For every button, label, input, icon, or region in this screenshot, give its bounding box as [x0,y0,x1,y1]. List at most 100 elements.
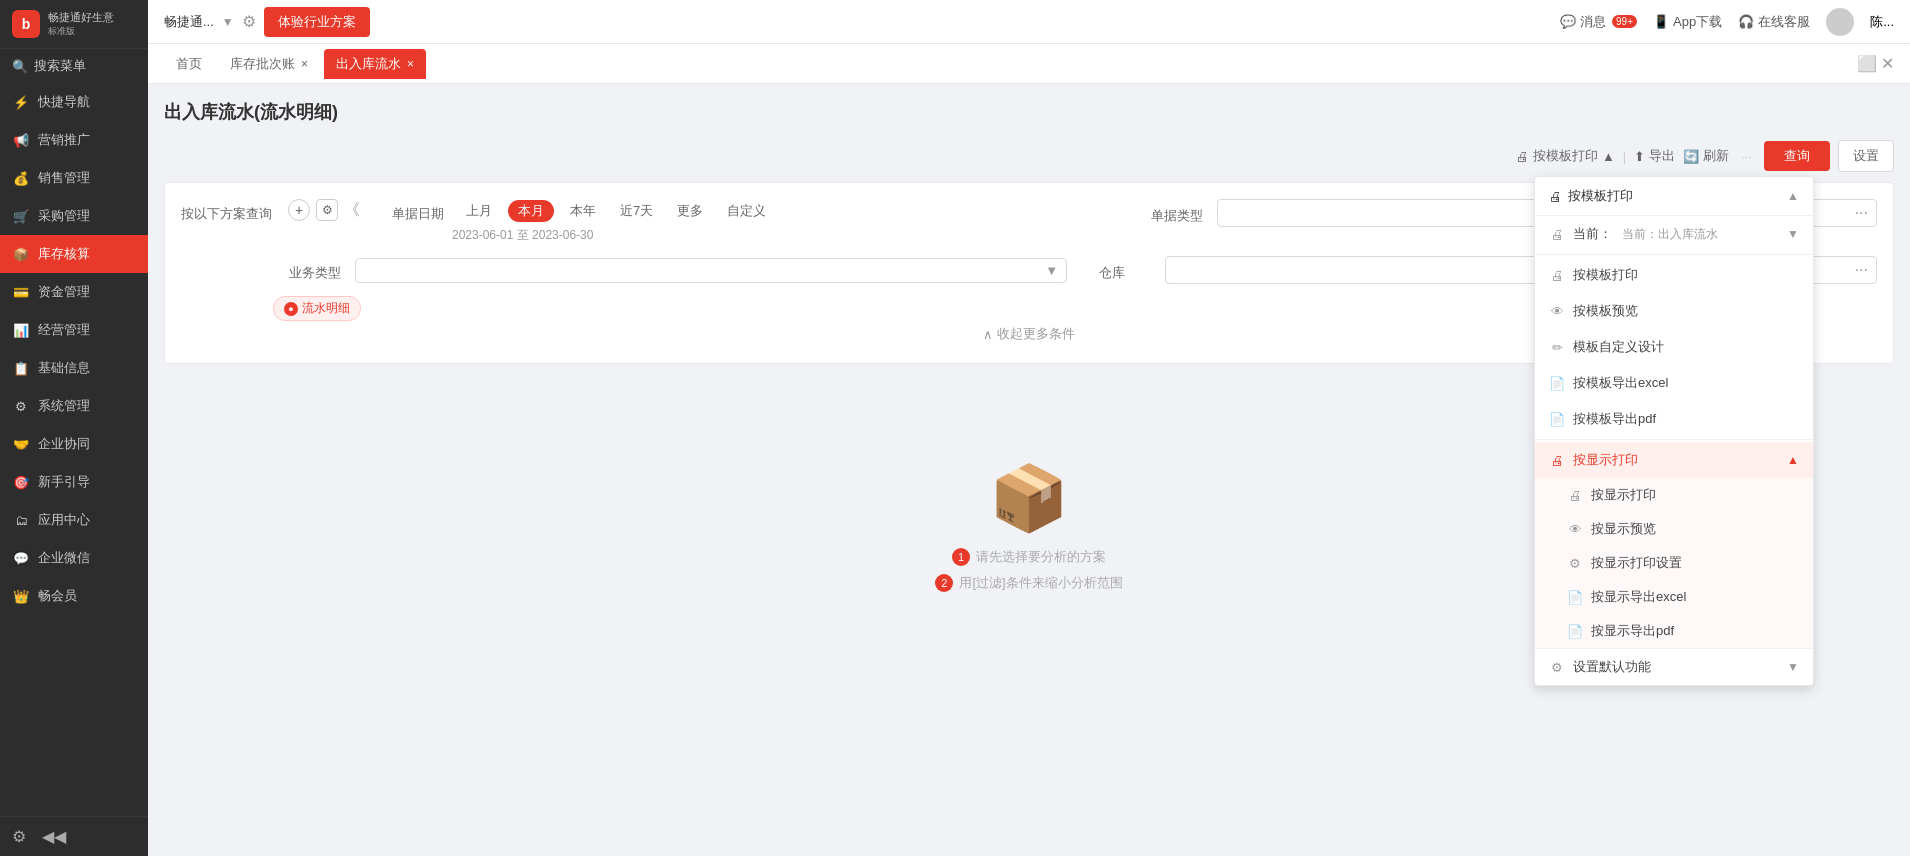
dropdown-display-pdf[interactable]: 📄 按显示导出pdf [1535,614,1813,648]
dropdown-display-print-header[interactable]: 🖨 按显示打印 ▲ [1535,442,1813,478]
tab-expand-icon[interactable]: ⬜ [1857,54,1877,73]
template-print-label: 按模板打印 [1573,266,1638,284]
display-section-arrow: ▲ [1787,453,1799,467]
collapse-sidebar-icon[interactable]: ◀◀ [42,827,66,846]
dropdown-display-preview[interactable]: 👁 按显示预览 [1535,512,1813,546]
sidebar-item-operations[interactable]: 📊 经营管理 [0,311,148,349]
guide-icon: 🎯 [12,473,30,491]
sidebar-item-cooperation[interactable]: 🤝 企业协同 [0,425,148,463]
app-badge: 标准版 [48,25,114,38]
warehouse-more-icon[interactable]: ··· [1855,261,1868,279]
sidebar-item-app-center[interactable]: 🗂 应用中心 [0,501,148,539]
user-dropdown-icon[interactable]: ▼ [222,15,234,29]
user-name[interactable]: 畅捷通... [164,13,214,31]
filter-collapse-icon[interactable]: 《 [344,200,360,221]
top-header: 畅捷通... ▼ ⚙ 体验行业方案 💬 消息 99+ 📱 App下载 🎧 在线客… [148,0,1910,44]
business-type-select[interactable]: ▼ [355,258,1067,283]
dropdown-template-print[interactable]: 🖨 按模板打印 [1535,257,1813,293]
dropdown-template-pdf[interactable]: 📄 按模板导出pdf [1535,401,1813,437]
tab-stock-flow-label: 出入库流水 [336,55,401,73]
dropdown-template-preview[interactable]: 👁 按模板预览 [1535,293,1813,329]
quick-nav-icon: ⚡ [12,93,30,111]
sidebar-item-guide[interactable]: 🎯 新手引导 [0,463,148,501]
date-option-this-year[interactable]: 本年 [562,199,604,223]
hint-1-text: 请先选择要分析的方案 [976,548,1106,566]
avatar[interactable] [1826,8,1854,36]
warehouse-label: 仓库 [1099,258,1159,282]
message-button[interactable]: 💬 消息 99+ [1560,13,1637,31]
trial-button[interactable]: 体验行业方案 [264,7,370,37]
refresh-button[interactable]: 🔄 刷新 [1683,147,1729,165]
sales-icon: 💰 [12,169,30,187]
active-filter-label: 流水明细 [302,300,350,317]
tab-inventory-batch-close[interactable]: × [301,57,308,71]
filter-settings-button[interactable]: ⚙ [316,199,338,221]
date-option-this-month[interactable]: 本月 [508,200,554,222]
dropdown-display-print[interactable]: 🖨 按显示打印 [1535,478,1813,512]
purchase-icon: 🛒 [12,207,30,225]
sidebar-search[interactable]: 🔍 搜索菜单 [0,49,148,83]
app-download-button[interactable]: 📱 App下载 [1653,13,1722,31]
tab-close-all-icon[interactable]: ✕ [1881,54,1894,73]
dropdown-header: 🖨 按模板打印 ▲ [1535,177,1813,216]
weixin-icon: 💬 [12,549,30,567]
tab-home[interactable]: 首页 [164,49,214,79]
dropdown-title-label: 按模板打印 [1568,187,1633,205]
sidebar-item-label: 企业协同 [38,435,90,453]
sidebar-item-quick-nav[interactable]: ⚡ 快捷导航 [0,83,148,121]
dropdown-display-excel[interactable]: 📄 按显示导出excel [1535,580,1813,614]
tab-stock-flow[interactable]: 出入库流水 × [324,49,426,79]
template-preview-label: 按模板预览 [1573,302,1638,320]
sidebar-item-member[interactable]: 👑 畅会员 [0,577,148,615]
dropdown-template-excel[interactable]: 📄 按模板导出excel [1535,365,1813,401]
sidebar-item-finance[interactable]: 💳 资金管理 [0,273,148,311]
sidebar-item-sales[interactable]: 💰 销售管理 [0,159,148,197]
sidebar-item-label: 新手引导 [38,473,90,491]
sidebar-item-purchase[interactable]: 🛒 采购管理 [0,197,148,235]
active-filter-tag[interactable]: ● 流水明细 [273,296,361,321]
sidebar-item-weixin[interactable]: 💬 企业微信 [0,539,148,577]
date-option-last-month[interactable]: 上月 [458,199,500,223]
settings-icon[interactable]: ⚙ [12,827,26,846]
dropdown-current-item[interactable]: 🖨 当前： 当前：出入库流水 ▼ [1535,216,1813,252]
collapse-button[interactable]: ∧ 收起更多条件 [983,325,1075,343]
current-label: 当前： [1573,225,1612,243]
display-excel-icon: 📄 [1567,589,1583,605]
tab-stock-flow-close[interactable]: × [407,57,414,71]
tab-inventory-batch[interactable]: 库存批次账 × [218,49,320,79]
display-pdf-icon: 📄 [1567,623,1583,639]
print-dropdown-panel: 🖨 按模板打印 ▲ 🖨 当前： 当前：出入库流水 ▼ 🖨 按模板打印 [1534,176,1814,686]
sidebar-item-marketing[interactable]: 📢 营销推广 [0,121,148,159]
settings-gear-icon[interactable]: ⚙ [242,12,256,31]
dropdown-collapse-icon[interactable]: ▲ [1787,189,1799,203]
filter-actions: + ⚙ 《 [288,199,360,221]
dropdown-set-default[interactable]: ⚙ 设置默认功能 ▼ [1535,648,1813,685]
divider-2 [1535,439,1813,440]
online-service-button[interactable]: 🎧 在线客服 [1738,13,1810,31]
date-label: 单据日期 [392,199,452,223]
filter-add-button[interactable]: + [288,199,310,221]
collapse-icon: ∧ [983,327,993,342]
template-customize-label: 模板自定义设计 [1573,338,1664,356]
display-preview-label: 按显示预览 [1591,520,1656,538]
print-dropdown-arrow: ▲ [1602,149,1615,164]
set-default-icon: ⚙ [1549,659,1565,675]
business-type-arrow: ▼ [1045,263,1058,278]
sidebar-item-system[interactable]: ⚙ 系统管理 [0,387,148,425]
dropdown-template-customize[interactable]: ✏ 模板自定义设计 [1535,329,1813,365]
settings-button[interactable]: 设置 [1838,140,1894,172]
headset-icon: 🎧 [1738,14,1754,29]
user-display-name: 陈... [1870,13,1894,31]
current-arrow-icon: ▼ [1787,227,1799,241]
date-option-7-days[interactable]: 近7天 [612,199,661,223]
date-option-custom[interactable]: 自定义 [719,199,774,223]
dropdown-display-settings[interactable]: ⚙ 按显示打印设置 [1535,546,1813,580]
sidebar-item-inventory[interactable]: 📦 库存核算 [0,235,148,273]
query-button[interactable]: 查询 [1764,141,1830,171]
template-excel-icon: 📄 [1549,375,1565,391]
print-template-button[interactable]: 🖨 按模板打印 ▲ [1516,147,1615,165]
export-button[interactable]: ⬆ 导出 [1634,147,1675,165]
sidebar-item-basic[interactable]: 📋 基础信息 [0,349,148,387]
date-option-more[interactable]: 更多 [669,199,711,223]
receipt-type-more-icon[interactable]: ··· [1855,204,1868,222]
